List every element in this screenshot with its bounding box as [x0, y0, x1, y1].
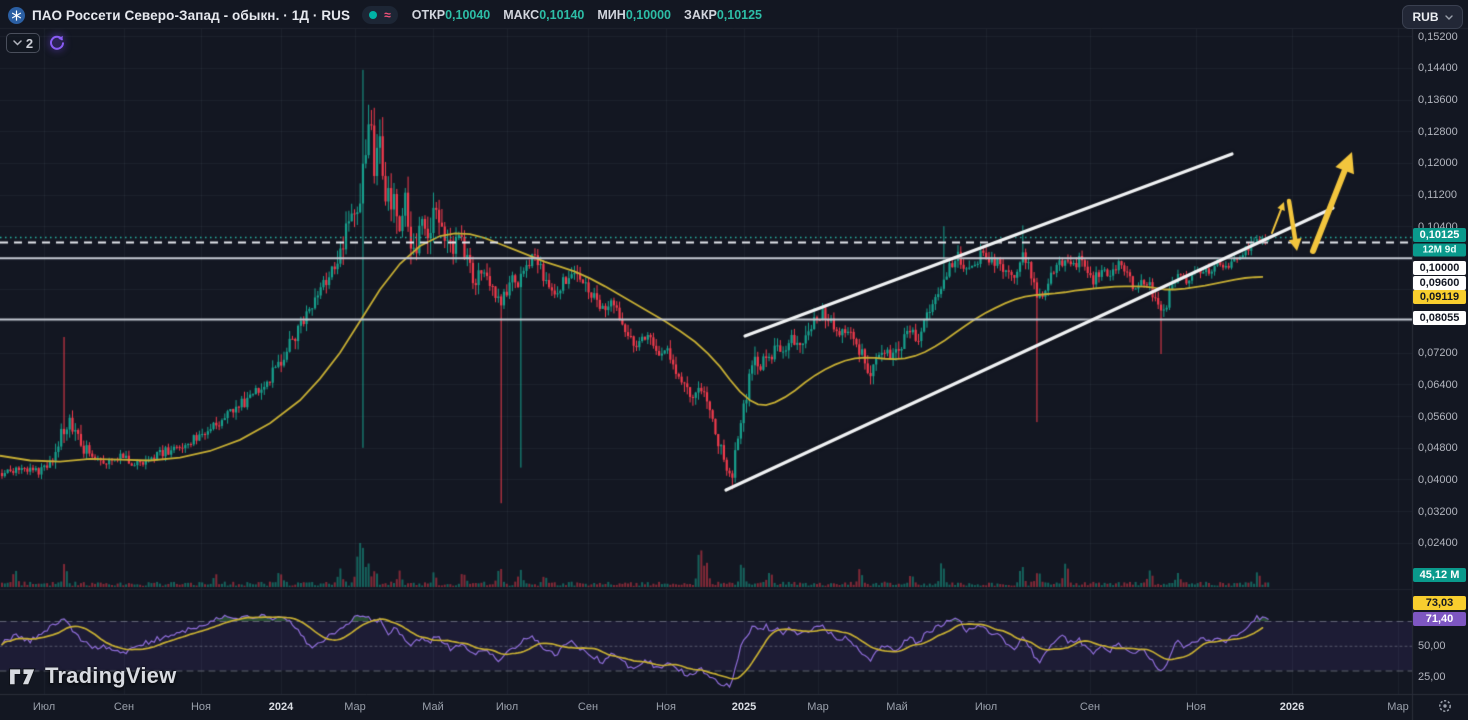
level-008055-label: 0,08055 — [1413, 311, 1466, 325]
price-tick-label: 0,11200 — [1418, 189, 1457, 201]
status-dot-icon — [369, 11, 378, 19]
countdown-label: 12M 9d — [1413, 243, 1466, 257]
time-tick-label: Сен — [577, 701, 599, 713]
time-tick-label: Июл — [974, 701, 998, 713]
price-tick-label: 0,05600 — [1418, 411, 1458, 423]
instrument-title[interactable]: ПАО Россети Северо-Запад - обыкн. · 1Д ·… — [32, 8, 350, 23]
legend-source-toggle[interactable]: ≈ — [362, 6, 398, 24]
time-tick-label: Сен — [1079, 701, 1101, 713]
level-010000-label: 0,10000 — [1413, 261, 1466, 275]
ohlc-close: ЗАКР0,10125 — [684, 8, 762, 22]
time-tick-label: Сен — [113, 701, 135, 713]
ohlc-label: ОТКР — [411, 8, 446, 22]
volume-value-label: 45,12 M — [1413, 568, 1466, 582]
price-tick-label: 0,14400 — [1418, 62, 1458, 74]
price-tick-label: 0,04000 — [1418, 474, 1458, 486]
ohlc-high: МАКС0,10140 — [503, 8, 584, 22]
price-tick-label: 0,15200 — [1418, 31, 1458, 43]
ohlc-value: 0,10000 — [625, 8, 671, 22]
currency-button[interactable]: RUB — [1402, 5, 1463, 29]
price-tick-label: 50,00 — [1418, 640, 1446, 652]
last-price-label: 0,10125 — [1413, 228, 1466, 242]
price-tick-label: 0,06400 — [1418, 379, 1458, 391]
chevron-down-icon — [1444, 14, 1453, 20]
time-tick-label: 2026 — [1279, 701, 1305, 713]
time-tick-label: Ноя — [1185, 701, 1207, 713]
time-tick-label: Май — [886, 701, 908, 713]
rsi-ma-value-label: 73,03 — [1413, 596, 1466, 610]
ohlc-value: 0,10040 — [445, 8, 491, 22]
ohlc-open: ОТКР0,10040 — [412, 8, 491, 22]
chart-canvas[interactable] — [0, 0, 1468, 720]
ohlc-label: МИН — [597, 8, 626, 22]
currency-label: RUB — [1412, 10, 1439, 24]
time-tick-label: Мар — [807, 701, 829, 713]
object-tree-count-button[interactable]: 2 — [6, 33, 40, 53]
object-count-label: 2 — [25, 35, 34, 51]
time-tick-label: Июл — [495, 701, 519, 713]
time-tick-label: 2024 — [268, 701, 294, 713]
price-tick-label: 0,12800 — [1418, 126, 1458, 138]
time-tick-label: Июл — [32, 701, 56, 713]
price-tick-label: 0,13600 — [1418, 94, 1458, 106]
chart-legend: ПАО Россети Северо-Запад - обыкн. · 1Д ·… — [0, 0, 1468, 30]
time-tick-label: 2025 — [731, 701, 757, 713]
ohlc-readout: ОТКР0,10040 МАКС0,10140 МИН0,10000 ЗАКР0,10… — [412, 8, 775, 22]
ohlc-value: 0,10125 — [716, 8, 763, 22]
tradingview-chart-app: ПАО Россети Северо-Запад - обыкн. · 1Д ·… — [0, 0, 1468, 720]
tradingview-watermark[interactable]: TradingView — [8, 663, 176, 689]
time-tick-label: Ноя — [655, 701, 677, 713]
chevron-down-icon — [13, 40, 22, 46]
level-009600-label: 0,09600 — [1413, 276, 1466, 290]
watermark-label: TradingView — [45, 663, 177, 688]
ohlc-label: МАКС — [503, 8, 540, 22]
ohlc-label: ЗАКР — [684, 8, 717, 22]
price-tick-label: 0,02400 — [1418, 537, 1458, 549]
price-tick-label: 25,00 — [1418, 671, 1446, 683]
ohlc-low: МИН0,10000 — [597, 8, 671, 22]
price-tick-label: 0,07200 — [1418, 347, 1458, 359]
refresh-icon[interactable] — [48, 34, 66, 52]
axis-settings-gear-icon[interactable] — [1437, 698, 1453, 714]
ohlc-value: 0,10140 — [539, 8, 585, 22]
time-tick-label: Мар — [1387, 701, 1409, 713]
instrument-logo-icon — [8, 6, 25, 24]
time-tick-label: Мар — [344, 701, 366, 713]
price-tick-label: 0,04800 — [1418, 442, 1458, 454]
ma-value-label: 0,09119 — [1413, 290, 1466, 304]
price-tick-label: 0,12000 — [1418, 157, 1458, 169]
rsi-value-label: 71,40 — [1413, 612, 1466, 626]
time-tick-label: Ноя — [190, 701, 212, 713]
tradingview-logo-icon — [9, 668, 36, 686]
time-tick-label: Май — [422, 701, 444, 713]
price-tick-label: 0,03200 — [1418, 506, 1458, 518]
approx-icon: ≈ — [384, 8, 391, 22]
